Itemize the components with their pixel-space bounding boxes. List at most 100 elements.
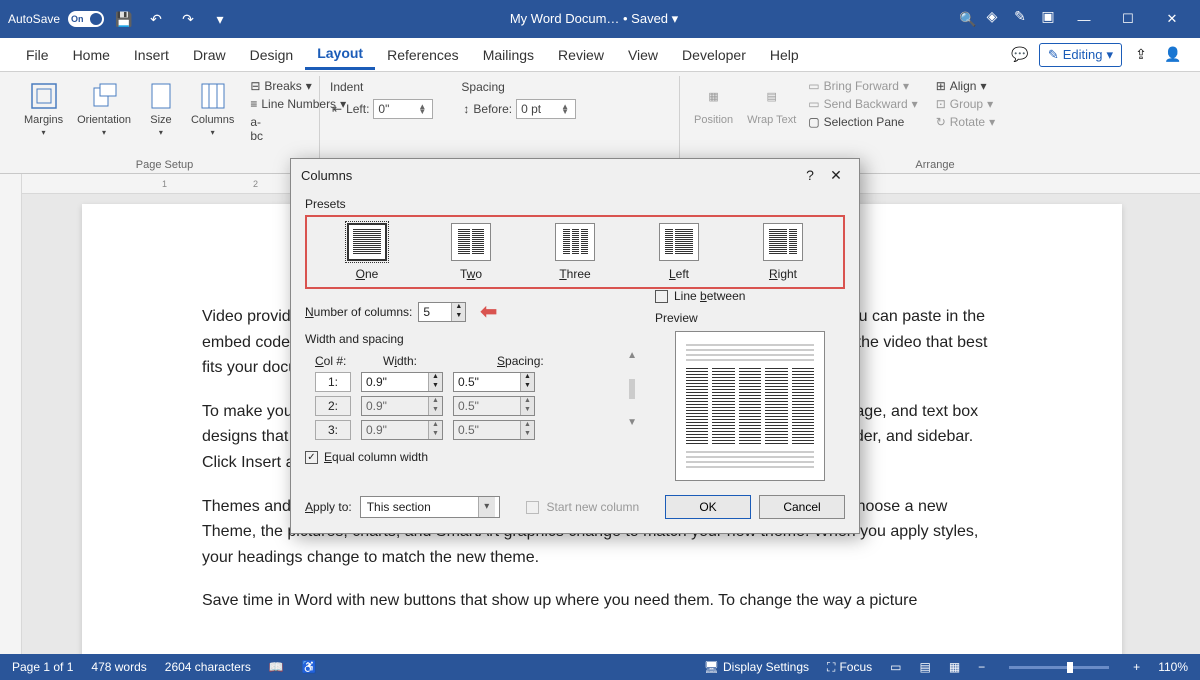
preview-label: Preview	[655, 311, 845, 325]
ok-button[interactable]: OK	[665, 495, 751, 519]
zoom-in-button[interactable]: +	[1133, 660, 1140, 674]
maximize-button[interactable]: ☐	[1108, 4, 1148, 34]
web-layout-icon[interactable]: ▦	[949, 660, 960, 674]
preset-three[interactable]: Three	[555, 223, 595, 281]
preset-left[interactable]: Left	[659, 223, 699, 281]
status-bar: Page 1 of 1 478 words 2604 characters 📖 …	[0, 654, 1200, 680]
ws-row-1: 1: 0.9"▲▼ 0.5"▲▼	[315, 372, 621, 392]
line-between-label: Line between	[674, 289, 745, 303]
rotate-button: ↻ Rotate ▾	[934, 114, 997, 130]
accessibility-icon[interactable]: ♿	[302, 660, 317, 674]
width-input-1[interactable]: 0.9"▲▼	[361, 372, 443, 392]
share-icon[interactable]: ⇪	[1128, 43, 1154, 67]
close-button[interactable]: ✕	[1152, 4, 1192, 34]
selection-pane-button[interactable]: ▢ Selection Pane	[806, 114, 919, 130]
num-columns-label: Number of columns:	[305, 305, 412, 319]
width-input-2: 0.9"▲▼	[361, 396, 443, 416]
tab-design[interactable]: Design	[238, 41, 306, 69]
spin-up-icon[interactable]: ▲	[452, 303, 465, 312]
wrap-text-button: ▤Wrap Text	[743, 78, 800, 128]
line-between-checkbox[interactable]	[655, 290, 668, 303]
spacing-input-2: 0.5"▲▼	[453, 396, 535, 416]
tab-layout[interactable]: Layout	[305, 39, 375, 70]
qat-dropdown-icon[interactable]: ▾	[208, 7, 232, 31]
ws-row-2: 2: 0.9"▲▼ 0.5"▲▼	[315, 396, 621, 416]
wand-icon[interactable]: ✎	[1008, 4, 1032, 28]
spin-down-icon[interactable]: ▼	[452, 312, 465, 321]
print-layout-icon[interactable]: ▤	[919, 660, 930, 674]
callout-arrow-icon: ⬅	[480, 299, 497, 324]
spelling-icon[interactable]: 📖	[269, 660, 284, 674]
tab-home[interactable]: Home	[61, 41, 122, 69]
dialog-help-button[interactable]: ?	[797, 167, 823, 183]
tab-mailings[interactable]: Mailings	[471, 41, 546, 69]
width-spacing-label: Width and spacing	[305, 332, 637, 346]
width-input-3: 0.9"▲▼	[361, 420, 443, 440]
dialog-close-button[interactable]: ✕	[823, 167, 849, 184]
comments-icon[interactable]: 💬	[1007, 43, 1033, 67]
num-columns-input[interactable]: 5 ▲▼	[418, 302, 466, 322]
position-button: ▦Position	[690, 78, 737, 128]
tab-review[interactable]: Review	[546, 41, 616, 69]
undo-icon[interactable]: ↶	[144, 7, 168, 31]
spacing-input-1[interactable]: 0.5"▲▼	[453, 372, 535, 392]
window-icon[interactable]: ▣	[1036, 4, 1060, 28]
apply-to-select[interactable]: This section	[360, 496, 500, 518]
preset-one[interactable]: One	[347, 223, 387, 281]
indent-left-row: ⇤ Left: 0"▲▼	[330, 98, 435, 120]
columns-button[interactable]: Columns▾	[187, 78, 238, 139]
account-icon[interactable]: 👤	[1160, 43, 1186, 67]
spacing-input-3: 0.5"▲▼	[453, 420, 535, 440]
vertical-ruler	[0, 174, 22, 654]
page-setup-group-label: Page Setup	[20, 159, 309, 173]
size-button[interactable]: Size▾	[141, 78, 181, 139]
preview-box	[675, 331, 825, 481]
margins-button[interactable]: Margins▾	[20, 78, 67, 139]
dialog-title: Columns	[301, 168, 352, 183]
tab-draw[interactable]: Draw	[181, 41, 238, 69]
word-count[interactable]: 478 words	[91, 660, 146, 674]
tab-file[interactable]: File	[14, 41, 61, 69]
spacing-before-input[interactable]: 0 pt▲▼	[516, 99, 576, 119]
diamond-icon[interactable]: ◈	[980, 4, 1004, 28]
read-mode-icon[interactable]: ▭	[890, 660, 901, 674]
tab-view[interactable]: View	[616, 41, 670, 69]
document-title: My Word Docum… • Saved ▾	[232, 11, 956, 27]
display-settings-button[interactable]: 🖥 Display Settings	[704, 660, 809, 674]
tab-references[interactable]: References	[375, 41, 471, 69]
search-icon[interactable]: 🔍	[956, 7, 980, 31]
preset-two[interactable]: Two	[451, 223, 491, 281]
minimize-button[interactable]: —	[1064, 4, 1104, 34]
wrap-icon: ▤	[756, 80, 788, 112]
spacing-before-row: ↕ Before: 0 pt▲▼	[461, 98, 578, 120]
char-count[interactable]: 2604 characters	[165, 660, 251, 674]
autosave-toggle[interactable]: On	[68, 11, 104, 27]
tab-insert[interactable]: Insert	[122, 41, 181, 69]
zoom-slider[interactable]	[1009, 666, 1109, 669]
equal-width-label: Equal column width	[324, 450, 428, 464]
preset-right[interactable]: Right	[763, 223, 803, 281]
indent-left-input[interactable]: 0"▲▼	[373, 99, 433, 119]
ws-scroll[interactable]: ▲▼	[627, 350, 637, 428]
paragraph: Save time in Word with new buttons that …	[202, 588, 1002, 614]
editing-mode-button[interactable]: ✎ Editing ▾	[1039, 43, 1122, 67]
page-status[interactable]: Page 1 of 1	[12, 660, 73, 674]
cancel-button[interactable]: Cancel	[759, 495, 845, 519]
redo-icon[interactable]: ↷	[176, 7, 200, 31]
equal-width-checkbox[interactable]: ✓	[305, 451, 318, 464]
zoom-level[interactable]: 110%	[1158, 660, 1188, 674]
position-icon: ▦	[698, 80, 730, 112]
orientation-button[interactable]: Orientation▾	[73, 78, 135, 139]
margins-icon	[28, 80, 60, 112]
focus-button[interactable]: ⛶ Focus	[827, 660, 872, 675]
align-button[interactable]: ⊞ Align ▾	[934, 78, 997, 94]
presets-highlight: One Two Three Left Right	[305, 215, 845, 289]
save-icon[interactable]: 💾	[112, 7, 136, 31]
zoom-out-button[interactable]: −	[978, 660, 985, 674]
title-bar: AutoSave On 💾 ↶ ↷ ▾ My Word Docum… • Sav…	[0, 0, 1200, 38]
bring-forward-button: ▭ Bring Forward ▾	[806, 78, 919, 94]
send-backward-button: ▭ Send Backward ▾	[806, 96, 919, 112]
tab-help[interactable]: Help	[758, 41, 811, 69]
width-header: Width:	[383, 354, 465, 368]
tab-developer[interactable]: Developer	[670, 41, 758, 69]
